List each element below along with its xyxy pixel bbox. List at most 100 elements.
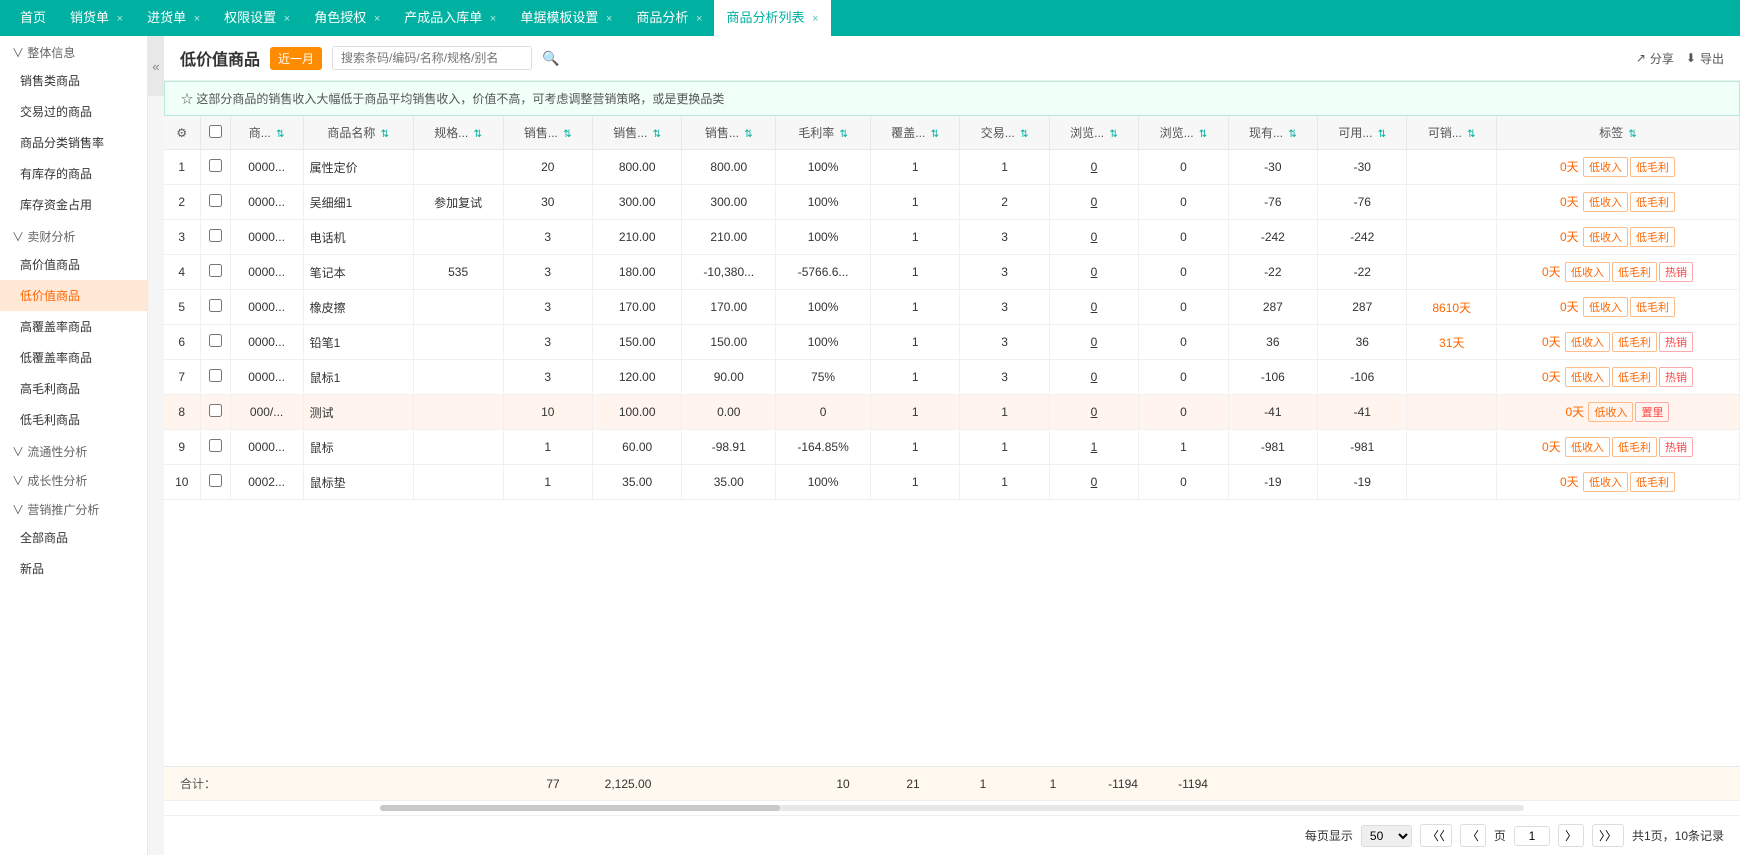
col-margin[interactable]: 毛利率 ⇅ (776, 116, 871, 150)
close-icon[interactable]: × (812, 13, 818, 25)
sidebar-group-growth[interactable]: ∨ 成长性分析 (0, 464, 147, 493)
nav-permission[interactable]: 权限设置 × (212, 0, 302, 36)
row-select-checkbox[interactable] (209, 439, 222, 452)
close-icon[interactable]: × (696, 13, 702, 25)
browse-link[interactable]: 0 (1091, 335, 1098, 349)
last-page-btn[interactable]: 〉〉 (1592, 824, 1624, 847)
nav-sales[interactable]: 销货单 × (58, 0, 135, 36)
sidebar-group-finance[interactable]: ∨ 卖财分析 (0, 220, 147, 249)
close-icon[interactable]: × (117, 13, 123, 25)
sidebar-item-sales-goods[interactable]: 销售类商品 (0, 65, 147, 96)
row-checkbox[interactable] (200, 290, 230, 325)
sidebar-item-low-value[interactable]: 低价值商品 (0, 280, 147, 311)
nav-analysis[interactable]: 商品分析 × (624, 0, 714, 36)
row-checkbox[interactable] (200, 255, 230, 290)
nav-home[interactable]: 首页 (8, 0, 58, 36)
checkbox-col-header[interactable] (200, 116, 230, 150)
share-button[interactable]: ↗ 分享 (1636, 50, 1674, 67)
row-browse1[interactable]: 0 (1049, 360, 1138, 395)
row-select-checkbox[interactable] (209, 299, 222, 312)
col-sale-amt2[interactable]: 销售... ⇅ (682, 116, 776, 150)
col-spec[interactable]: 规格... ⇅ (413, 116, 503, 150)
sidebar-item-stock-goods[interactable]: 有库存的商品 (0, 158, 147, 189)
row-select-checkbox[interactable] (209, 334, 222, 347)
col-avail[interactable]: 可用... ⇅ (1318, 116, 1407, 150)
close-icon[interactable]: × (284, 13, 290, 25)
next-page-btn[interactable]: 〉 (1558, 824, 1584, 847)
browse-link[interactable]: 0 (1091, 405, 1098, 419)
sidebar-item-high-coverage[interactable]: 高覆盖率商品 (0, 311, 147, 342)
row-browse1[interactable]: 0 (1049, 290, 1138, 325)
sidebar-group-marketing[interactable]: ∨ 营销推广分析 (0, 493, 147, 522)
sidebar-item-traded-goods[interactable]: 交易过的商品 (0, 96, 147, 127)
per-page-select[interactable]: 50 100 200 (1361, 825, 1412, 847)
col-sale-qty[interactable]: 销售... ⇅ (503, 116, 592, 150)
col-saleable[interactable]: 可销... ⇅ (1407, 116, 1496, 150)
sidebar-group-liquidity[interactable]: ∨ 流通性分析 (0, 435, 147, 464)
row-select-checkbox[interactable] (209, 369, 222, 382)
settings-col-header[interactable]: ⚙ (164, 116, 200, 150)
row-checkbox[interactable] (200, 430, 230, 465)
close-icon[interactable]: × (194, 13, 200, 25)
row-select-checkbox[interactable] (209, 159, 222, 172)
sidebar-item-high-value[interactable]: 高价值商品 (0, 249, 147, 280)
col-code[interactable]: 商... ⇅ (230, 116, 303, 150)
row-checkbox[interactable] (200, 395, 230, 430)
browse-link[interactable]: 0 (1091, 265, 1098, 279)
browse-link[interactable]: 0 (1091, 300, 1098, 314)
first-page-btn[interactable]: 〈〈 (1420, 824, 1452, 847)
sidebar-item-capital[interactable]: 库存资金占用 (0, 189, 147, 220)
sidebar-item-category-sales[interactable]: 商品分类销售率 (0, 127, 147, 158)
col-name[interactable]: 商品名称 ⇅ (303, 116, 413, 150)
nav-template[interactable]: 单据模板设置 × (508, 0, 624, 36)
row-select-checkbox[interactable] (209, 229, 222, 242)
row-select-checkbox[interactable] (209, 474, 222, 487)
browse-link[interactable]: 0 (1091, 195, 1098, 209)
row-checkbox[interactable] (200, 150, 230, 185)
row-browse1[interactable]: 0 (1049, 185, 1138, 220)
row-select-checkbox[interactable] (209, 264, 222, 277)
col-sale-amt[interactable]: 销售... ⇅ (592, 116, 681, 150)
search-icon[interactable]: 🔍 (542, 50, 559, 67)
select-all-checkbox[interactable] (209, 125, 222, 138)
close-icon[interactable]: × (490, 13, 496, 25)
sidebar-group-overall[interactable]: ∨ 整体信息 (0, 36, 147, 65)
row-checkbox[interactable] (200, 360, 230, 395)
nav-purchase[interactable]: 进货单 × (135, 0, 212, 36)
filter-button[interactable]: 近一月 (270, 47, 322, 70)
browse-link[interactable]: 0 (1091, 475, 1098, 489)
collapse-sidebar-btn[interactable]: « (148, 36, 164, 96)
col-coverage[interactable]: 覆盖... ⇅ (870, 116, 959, 150)
row-browse1[interactable]: 1 (1049, 430, 1138, 465)
sidebar-item-new-goods[interactable]: 新品 (0, 553, 147, 584)
search-input[interactable] (332, 46, 532, 70)
browse-link[interactable]: 0 (1091, 160, 1098, 174)
row-select-checkbox[interactable] (209, 404, 222, 417)
browse-link[interactable]: 0 (1091, 370, 1098, 384)
row-browse1[interactable]: 0 (1049, 255, 1138, 290)
row-browse1[interactable]: 0 (1049, 395, 1138, 430)
col-browse2[interactable]: 浏览... ⇅ (1139, 116, 1228, 150)
sidebar-item-low-margin[interactable]: 低毛利商品 (0, 404, 147, 435)
row-checkbox[interactable] (200, 325, 230, 360)
nav-analysis-list[interactable]: 商品分析列表 × (714, 0, 830, 36)
page-input[interactable] (1514, 826, 1550, 846)
sidebar-item-low-coverage[interactable]: 低覆盖率商品 (0, 342, 147, 373)
col-tags[interactable]: 标签 ⇅ (1496, 116, 1739, 150)
sidebar-item-all-goods[interactable]: 全部商品 (0, 522, 147, 553)
col-trade[interactable]: 交易... ⇅ (960, 116, 1049, 150)
row-checkbox[interactable] (200, 465, 230, 500)
close-icon[interactable]: × (606, 13, 612, 25)
nav-production[interactable]: 产成品入库单 × (392, 0, 508, 36)
col-stock[interactable]: 现有... ⇅ (1228, 116, 1317, 150)
prev-page-btn[interactable]: 〈 (1460, 824, 1486, 847)
browse-link[interactable]: 0 (1091, 230, 1098, 244)
close-icon[interactable]: × (374, 13, 380, 25)
row-select-checkbox[interactable] (209, 194, 222, 207)
export-button[interactable]: ⬇ 导出 (1686, 50, 1724, 67)
sidebar-item-high-margin[interactable]: 高毛利商品 (0, 373, 147, 404)
row-browse1[interactable]: 0 (1049, 150, 1138, 185)
col-browse1[interactable]: 浏览... ⇅ (1049, 116, 1138, 150)
row-checkbox[interactable] (200, 185, 230, 220)
row-browse1[interactable]: 0 (1049, 325, 1138, 360)
